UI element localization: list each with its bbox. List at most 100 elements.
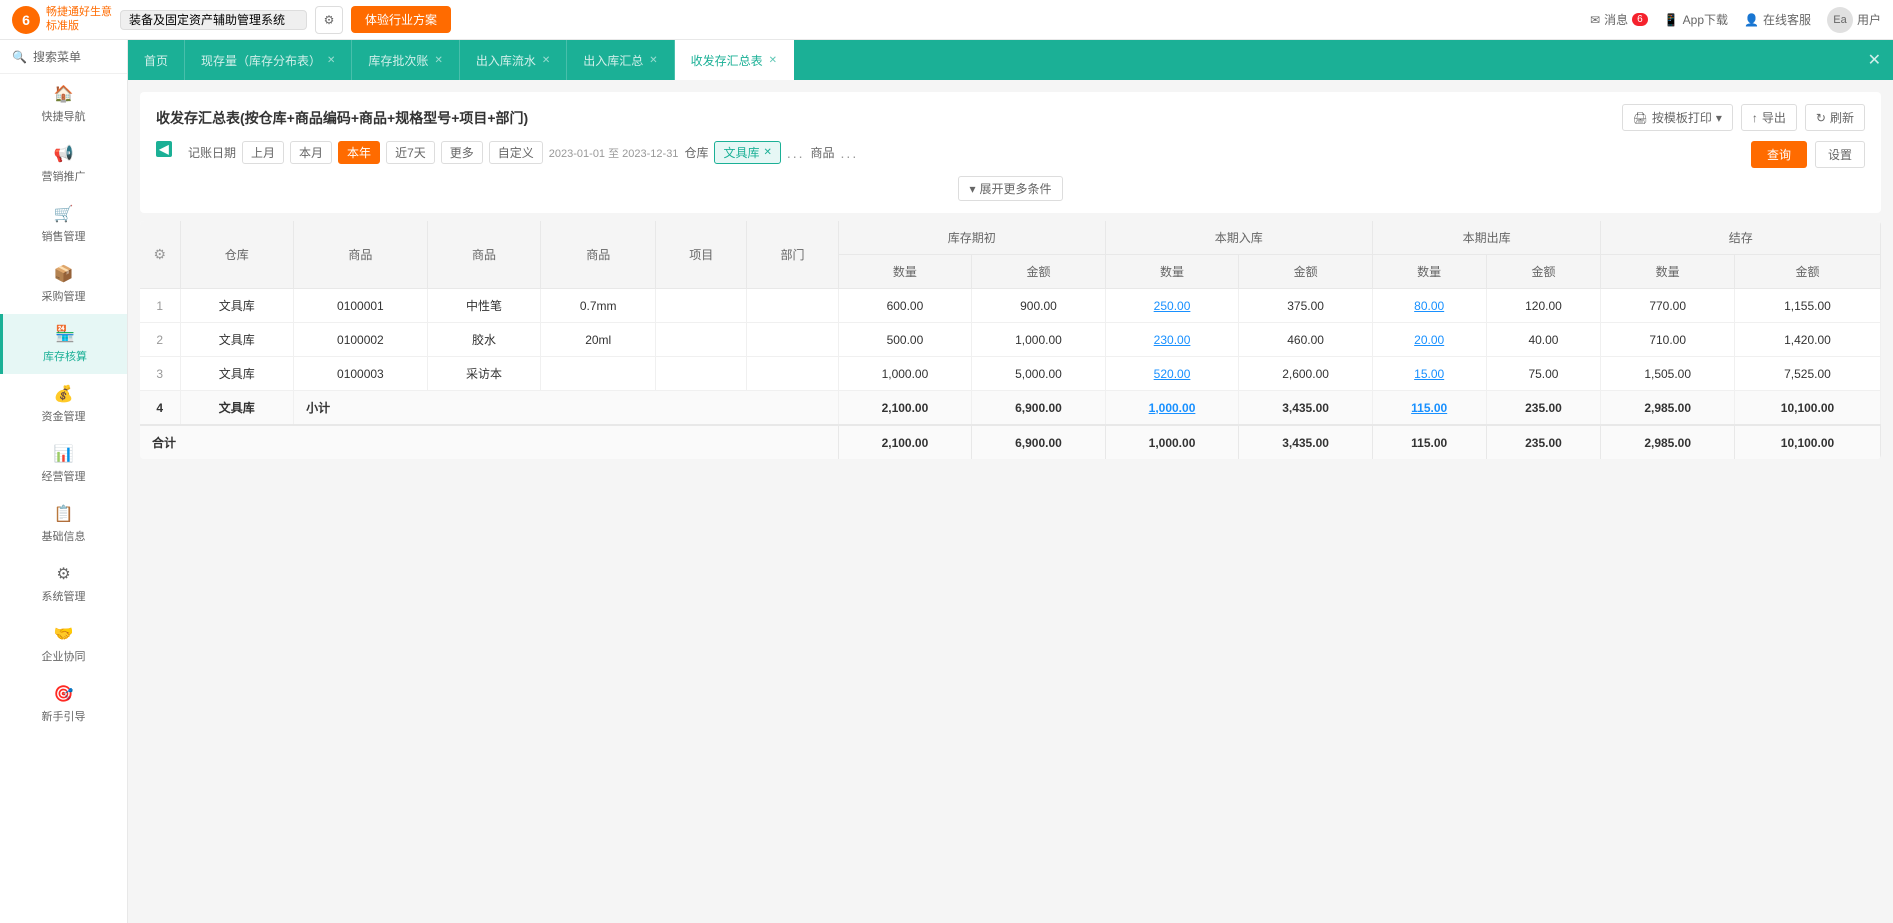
system-selector[interactable]: 装备及固定资产辅助管理系统 [120,10,307,30]
date-btn-this-month[interactable]: 本月 [290,141,332,164]
date-btn-7days[interactable]: 近7天 [386,141,435,164]
subtotal-out-amt: 235.00 [1486,391,1601,426]
sidebar-item-purchase[interactable]: 📦 采购管理 [0,254,127,314]
operations-icon: 📊 [54,444,74,464]
row-in-qty[interactable]: 520.00 [1105,357,1239,391]
tab-batch[interactable]: 库存批次账 ✕ [352,40,459,80]
row-goods-code: 0100002 [294,323,428,357]
expand-more-btn[interactable]: ▾ 展开更多条件 [958,176,1062,201]
row-out-qty[interactable]: 80.00 [1372,289,1486,323]
tab-inout-flow[interactable]: 出入库流水 ✕ [460,40,567,80]
tab-close-batch[interactable]: ✕ [434,55,442,66]
row-out-qty[interactable]: 20.00 [1372,323,1486,357]
row-in-qty[interactable]: 230.00 [1105,323,1239,357]
table-row: 1 文具库 0100001 中性笔 0.7mm 600.00 900.00 25… [140,289,1881,323]
query-button[interactable]: 查询 [1751,141,1807,168]
subtotal-row: 4 文具库 小计 2,100.00 6,900.00 1,000.00 3,43… [140,391,1881,426]
tab-receive-send[interactable]: 收发存汇总表 ✕ [675,40,794,80]
sidebar-item-finance[interactable]: 💰 资金管理 [0,374,127,434]
row-goods-name: 胶水 [427,323,541,357]
sidebar-item-base-info[interactable]: 📋 基础信息 [0,494,127,554]
subtotal-out-qty[interactable]: 115.00 [1372,391,1486,426]
warehouse-more[interactable]: ... [787,145,805,161]
sidebar-item-quick-nav[interactable]: 🏠 快捷导航 [0,74,127,134]
export-button[interactable]: ↑ 导出 [1741,104,1797,131]
user-action[interactable]: Ea 用户 [1827,7,1881,33]
date-btn-more[interactable]: 更多 [441,141,483,164]
base-info-icon: 📋 [54,504,74,524]
tab-close-receive-send[interactable]: ✕ [769,55,777,66]
sidebar-item-inventory[interactable]: 🏪 库存核算 [0,314,127,374]
row-closing-qty: 770.00 [1601,289,1735,323]
message-action[interactable]: ✉ 消息 6 [1590,11,1648,28]
tab-close-all[interactable]: ✕ [1868,50,1881,70]
goods-more[interactable]: ... [841,145,859,161]
row-in-qty[interactable]: 250.00 [1105,289,1239,323]
tab-close-inventory-dist[interactable]: ✕ [327,55,335,66]
date-btn-custom[interactable]: 自定义 [489,141,543,164]
print-icon: 🖨 [1633,111,1648,125]
download-icon: 📱 [1664,13,1679,27]
service-icon: 👤 [1744,13,1759,27]
date-btn-last-month[interactable]: 上月 [242,141,284,164]
row-opening-amt: 900.00 [972,289,1106,323]
date-label: 记账日期 [188,144,236,161]
sidebar-item-sales[interactable]: 🛒 销售管理 [0,194,127,254]
row-no: 2 [140,323,180,357]
warehouse-label: 仓库 [684,144,708,161]
date-btn-this-year[interactable]: 本年 [338,141,380,164]
tab-inout-summary-label: 出入库汇总 [583,52,643,69]
app-download-action[interactable]: 📱 App下载 [1664,11,1728,28]
table-settings-header[interactable]: ⚙ [140,221,180,289]
row-goods-spec [541,357,656,391]
tab-inventory-dist[interactable]: 现存量（库存分布表） ✕ [185,40,352,80]
row-opening-qty: 1,000.00 [838,357,972,391]
corp-icon: 🤝 [54,624,74,644]
tab-home[interactable]: 首页 [128,40,185,80]
row-warehouse: 文具库 [180,289,294,323]
newbie-icon: 🎯 [54,684,74,704]
tab-close-inout-flow[interactable]: ✕ [542,55,550,66]
refresh-icon: ↻ [1816,111,1826,125]
system-icon: ⚙ [56,564,70,584]
total-label: 合计 [140,425,838,459]
col-opening-qty: 数量 [838,255,972,289]
sidebar-item-newbie[interactable]: 🎯 新手引导 [0,674,127,734]
trial-button[interactable]: 体验行业方案 [351,6,451,33]
sidebar-item-corp-collab[interactable]: 🤝 企业协同 [0,614,127,674]
row-goods-spec: 0.7mm [541,289,656,323]
total-closing-amt: 10,100.00 [1734,425,1880,459]
sidebar-item-operations[interactable]: 📊 经营管理 [0,434,127,494]
sidebar-item-system[interactable]: ⚙ 系统管理 [0,554,127,614]
col-header-goods-spec: 商品 [541,221,656,289]
tab-batch-label: 库存批次账 [368,52,428,69]
finance-icon: 💰 [54,384,74,404]
settings-button[interactable]: ⚙ [315,6,343,34]
row-dept [747,323,838,357]
setting-button[interactable]: 设置 [1815,141,1865,168]
tab-close-inout-summary[interactable]: ✕ [649,55,657,66]
col-in-qty: 数量 [1105,255,1239,289]
row-goods-code: 0100001 [294,289,428,323]
row-out-amt: 120.00 [1486,289,1601,323]
col-closing-qty: 数量 [1601,255,1735,289]
warehouse-tag: 文具库 ✕ [714,141,780,164]
refresh-button[interactable]: ↻ 刷新 [1805,104,1865,131]
tab-inout-summary[interactable]: 出入库汇总 ✕ [567,40,674,80]
subtotal-in-amt: 3,435.00 [1239,391,1373,426]
row-out-qty[interactable]: 15.00 [1372,357,1486,391]
filter-collapse-btn[interactable]: ◀ [156,141,172,157]
warehouse-remove-btn[interactable]: ✕ [763,147,771,158]
col-group-closing: 结存 [1601,221,1881,255]
sidebar-search[interactable]: 🔍 搜索菜单 [0,40,127,74]
row-warehouse: 文具库 [180,357,294,391]
sidebar-item-marketing[interactable]: 📢 营销推广 [0,134,127,194]
table-gear-icon[interactable]: ⚙ [153,246,166,262]
online-service-action[interactable]: 👤 在线客服 [1744,11,1811,28]
export-icon: ↑ [1752,111,1758,125]
subtotal-in-qty[interactable]: 1,000.00 [1105,391,1239,426]
template-print-button[interactable]: 🖨 按模板打印 ▾ [1622,104,1733,131]
goods-label: 商品 [811,144,835,161]
page-title: 收发存汇总表(按仓库+商品编码+商品+规格型号+项目+部门) [156,108,528,128]
col-in-amt: 金额 [1239,255,1373,289]
